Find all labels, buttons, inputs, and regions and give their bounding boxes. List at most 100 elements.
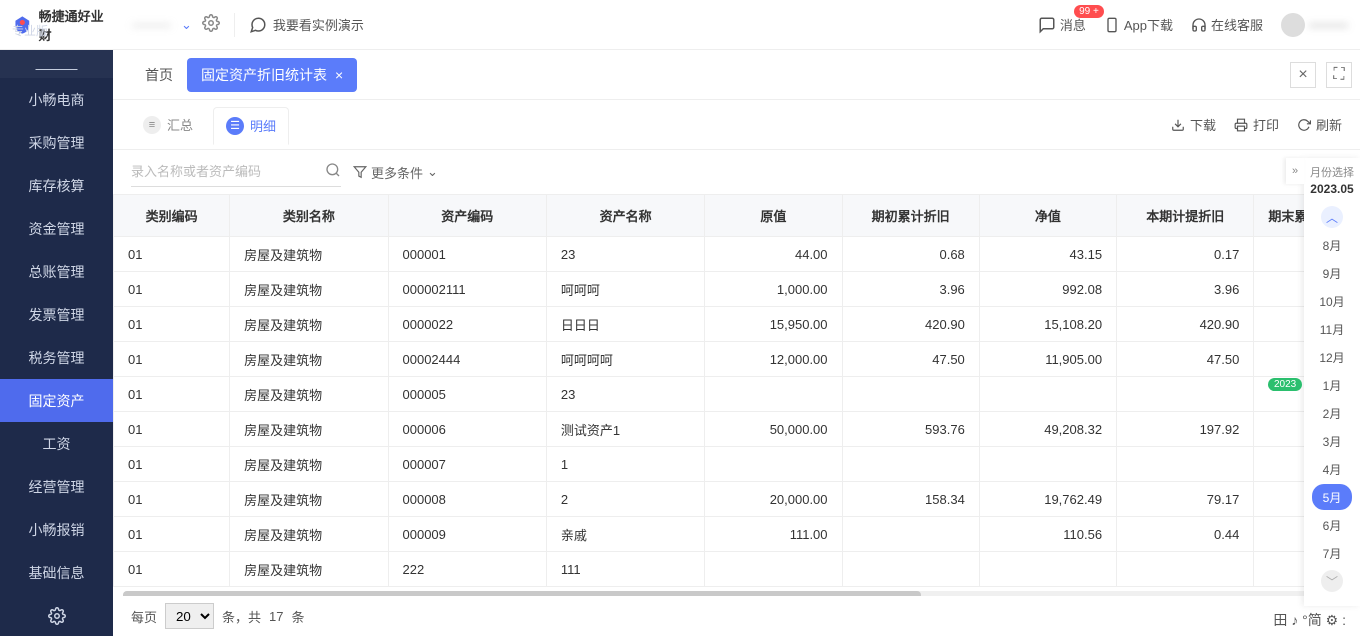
table-row[interactable]: 01房屋及建筑物0000071 <box>114 447 1360 482</box>
table-cell: 日日日 <box>546 307 704 342</box>
month-item[interactable]: 1月 <box>1312 372 1352 398</box>
column-header[interactable]: 类别名称 <box>230 195 388 237</box>
subtab-detail[interactable]: ☰ 明细 <box>213 107 289 145</box>
sidebar-item-10[interactable]: 小畅报销 <box>0 508 113 551</box>
sidebar-item-2[interactable]: 库存核算 <box>0 164 113 207</box>
table-cell: 房屋及建筑物 <box>230 552 388 587</box>
month-item[interactable]: 3月 <box>1312 428 1352 454</box>
gear-icon[interactable] <box>202 14 220 35</box>
online-service-button[interactable]: 在线客服 <box>1191 15 1263 34</box>
month-item[interactable]: 2月 <box>1312 400 1352 426</box>
table-cell: 19,762.49 <box>979 482 1116 517</box>
month-scroll-up-button[interactable]: ︿ <box>1321 206 1343 228</box>
column-header[interactable]: 净值 <box>979 195 1116 237</box>
table-cell: 亲戚 <box>546 517 704 552</box>
search-input[interactable] <box>131 164 325 179</box>
scrollbar-thumb[interactable] <box>123 591 921 596</box>
content-panel: ≡ 汇总 ☰ 明细 下载 打印 刷新 <box>113 100 1360 636</box>
column-header[interactable]: 类别编码 <box>114 195 230 237</box>
tabs-row: 首页 固定资产折旧统计表 × × ⛶ <box>113 50 1360 100</box>
month-item[interactable]: 9月 <box>1312 260 1352 286</box>
chevron-down-icon: ⌄ <box>427 164 438 180</box>
horizontal-scrollbar[interactable] <box>123 591 1350 596</box>
sidebar-item-3[interactable]: 资金管理 <box>0 207 113 250</box>
messages-button[interactable]: 消息 99 + <box>1038 15 1086 34</box>
column-header[interactable]: 资产编码 <box>388 195 546 237</box>
table-row[interactable]: 01房屋及建筑物000008220,000.00158.3419,762.497… <box>114 482 1360 517</box>
month-item[interactable]: 12月 <box>1312 344 1352 370</box>
month-item[interactable]: 5月 <box>1312 484 1352 510</box>
app-download-button[interactable]: App下载 <box>1104 15 1173 34</box>
sidebar-item-8[interactable]: 工资 <box>0 422 113 465</box>
table-cell: 000008 <box>388 482 546 517</box>
print-button[interactable]: 打印 <box>1234 115 1279 134</box>
search-input-wrap <box>131 157 341 187</box>
collapse-month-panel-button[interactable]: » <box>1286 158 1304 184</box>
column-header[interactable]: 资产名称 <box>546 195 704 237</box>
refresh-button[interactable]: 刷新 <box>1297 115 1342 134</box>
subtab-summary[interactable]: ≡ 汇总 <box>131 106 205 144</box>
month-item[interactable]: 4月 <box>1312 456 1352 482</box>
tab-home[interactable]: 首页 <box>131 58 187 92</box>
month-item[interactable]: 11月 <box>1312 316 1352 342</box>
table-cell <box>1117 552 1254 587</box>
edition-label: 专业版 <box>12 22 48 39</box>
table-cell: 房屋及建筑物 <box>230 237 388 272</box>
sidebar-item-0[interactable]: 小畅电商 <box>0 78 113 121</box>
table-cell: 01 <box>114 237 230 272</box>
download-button[interactable]: 下载 <box>1171 115 1216 134</box>
table-cell: 111.00 <box>705 517 842 552</box>
close-icon[interactable]: × <box>335 67 343 83</box>
month-item[interactable]: 10月 <box>1312 288 1352 314</box>
sidebar-item-1[interactable]: 采购管理 <box>0 121 113 164</box>
table-wrap: 类别编码类别名称资产编码资产名称原值期初累计折旧净值本期计提折旧期末累计折旧 0… <box>113 194 1360 596</box>
settings-icon[interactable] <box>0 596 113 636</box>
table-cell <box>1117 447 1254 482</box>
fullscreen-button[interactable]: ⛶ <box>1326 62 1352 88</box>
table-row[interactable]: 01房屋及建筑物000002111呵呵呵1,000.003.96992.083.… <box>114 272 1360 307</box>
table-row[interactable]: 01房屋及建筑物000006测试资产150,000.00593.7649,208… <box>114 412 1360 447</box>
table-row[interactable]: 01房屋及建筑物000009亲戚111.00110.560.440. <box>114 517 1360 552</box>
column-header[interactable]: 期初累计折旧 <box>842 195 979 237</box>
month-item[interactable]: 6月 <box>1312 512 1352 538</box>
list-icon: ☰ <box>226 117 244 135</box>
table-cell: 23 <box>546 377 704 412</box>
month-current: 2023.05 <box>1310 182 1353 196</box>
sidebar-item-11[interactable]: 基础信息 <box>0 551 113 594</box>
table-row[interactable]: 01房屋及建筑物222111 <box>114 552 1360 587</box>
sidebar-item-4[interactable]: 总账管理 <box>0 250 113 293</box>
table-cell: 000001 <box>388 237 546 272</box>
page-size-select[interactable]: 20 <box>165 603 214 629</box>
month-item[interactable]: 7月 <box>1312 540 1352 566</box>
table-cell: 593.76 <box>842 412 979 447</box>
table-cell <box>842 517 979 552</box>
sidebar-item-6[interactable]: 税务管理 <box>0 336 113 379</box>
month-item[interactable]: 8月 <box>1312 232 1352 258</box>
table-row[interactable]: 01房屋及建筑物0000012344.000.6843.150.170. <box>114 237 1360 272</box>
tab-depreciation-report[interactable]: 固定资产折旧统计表 × <box>187 58 357 92</box>
demo-link[interactable]: 我要看实例演示 <box>249 15 364 34</box>
user-menu[interactable]: ——— <box>1281 13 1348 37</box>
table-row[interactable]: 01房屋及建筑物0000022日日日15,950.00420.9015,108.… <box>114 307 1360 342</box>
org-selector[interactable]: ——— <box>132 17 171 32</box>
table-row[interactable]: 01房屋及建筑物00000523 <box>114 377 1360 412</box>
search-icon[interactable] <box>325 162 341 181</box>
table-cell: 00002444 <box>388 342 546 377</box>
more-filters-button[interactable]: 更多条件 ⌄ <box>353 163 438 182</box>
table-cell: 2 <box>546 482 704 517</box>
sidebar-item-9[interactable]: 经营管理 <box>0 465 113 508</box>
column-header[interactable]: 本期计提折旧 <box>1117 195 1254 237</box>
sidebar-item-cut[interactable]: ——— <box>0 50 113 78</box>
column-header[interactable]: 原值 <box>705 195 842 237</box>
chevron-down-icon[interactable]: ⌄ <box>181 17 192 33</box>
month-scroll-down-button[interactable]: ﹀ <box>1321 570 1343 592</box>
close-all-tabs-button[interactable]: × <box>1290 62 1316 88</box>
table-cell: 111 <box>546 552 704 587</box>
table-cell: 呵呵呵呵 <box>546 342 704 377</box>
table-cell: 3.96 <box>1117 272 1254 307</box>
sidebar-item-7[interactable]: 固定资产 <box>0 379 113 422</box>
ime-status-bar: 田 ♪ °简 ⚙ : <box>1273 610 1346 630</box>
top-header: 畅捷通好业财 ——— ⌄ 我要看实例演示 消息 99 + App下载 在线客服 … <box>0 0 1360 50</box>
table-row[interactable]: 01房屋及建筑物00002444呵呵呵呵12,000.0047.5011,905… <box>114 342 1360 377</box>
sidebar-item-5[interactable]: 发票管理 <box>0 293 113 336</box>
